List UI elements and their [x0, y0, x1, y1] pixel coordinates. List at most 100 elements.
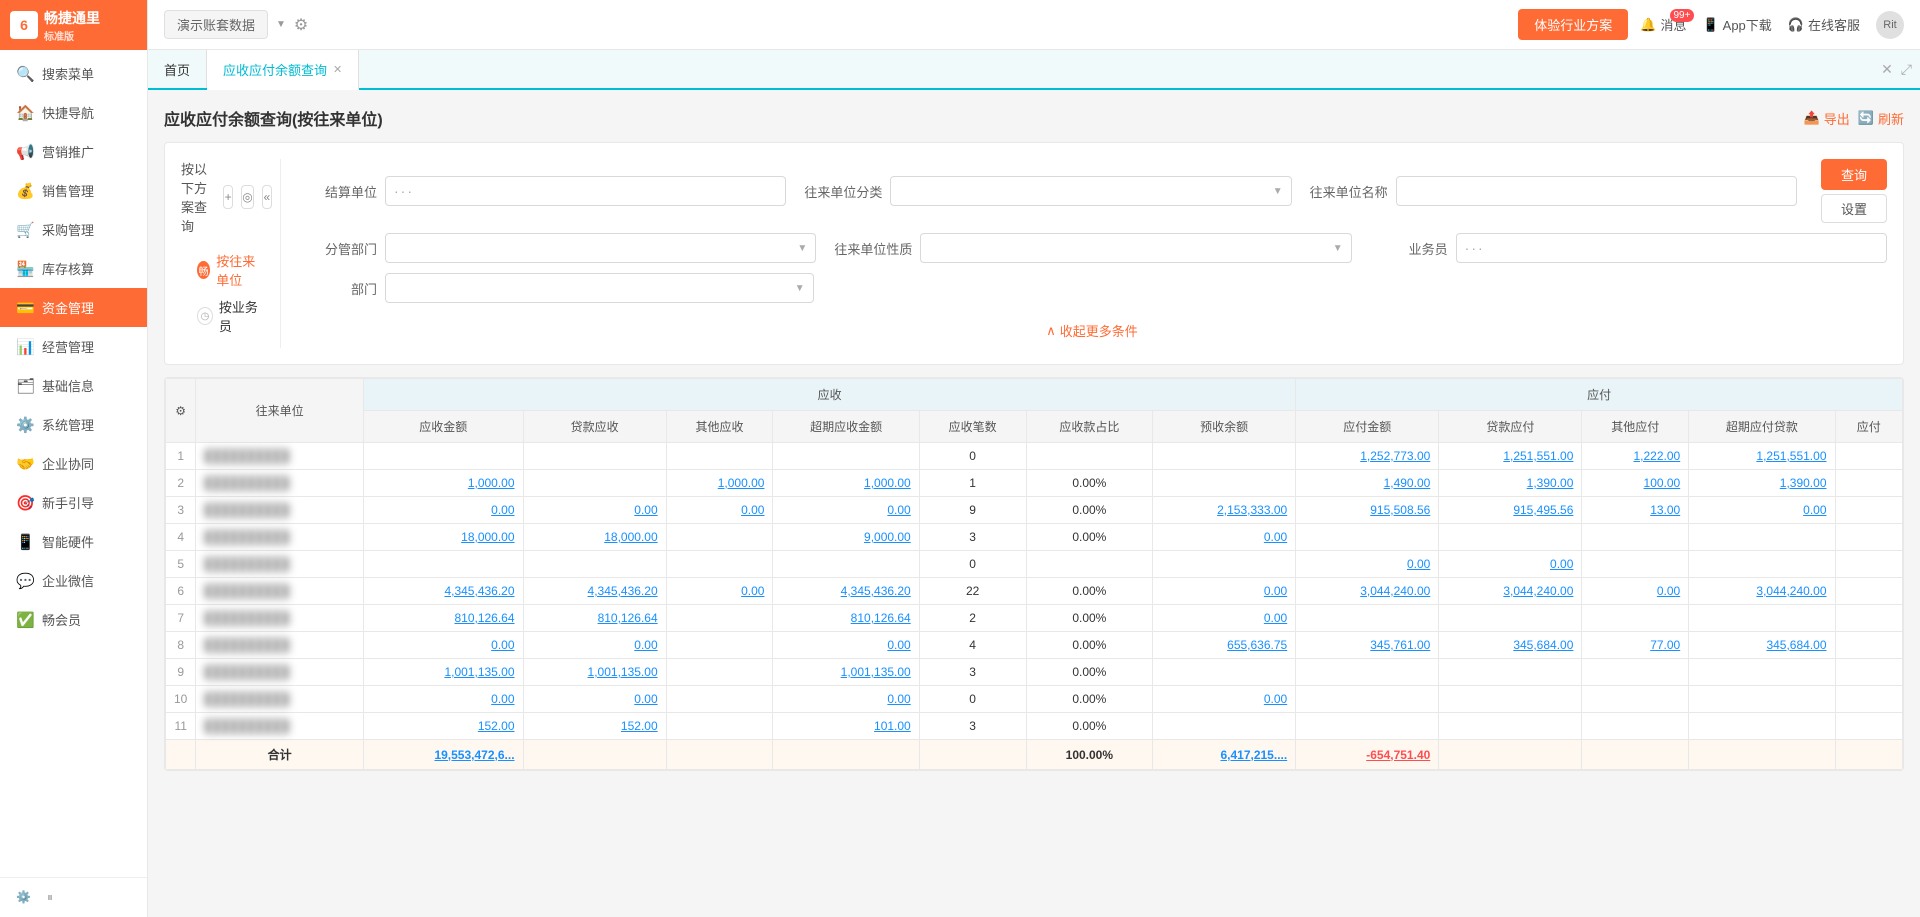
ar_count-cell[interactable]: 22 [919, 578, 1026, 605]
filter-settings-icon[interactable]: ◎ [241, 185, 253, 209]
ap_amount-cell[interactable]: 0.00 [1296, 551, 1439, 578]
ar_amount-cell[interactable]: 0.00 [364, 632, 524, 659]
sidebar-item-marketing[interactable]: 📢 营销推广 [0, 132, 147, 171]
overdue_ap-cell[interactable]: 1,251,551.00 [1689, 443, 1835, 470]
loan_ar-cell[interactable]: 810,126.64 [523, 605, 666, 632]
prepaid-cell[interactable]: 655,636.75 [1153, 632, 1296, 659]
prepaid-cell[interactable]: 2,153,333.00 [1153, 497, 1296, 524]
other_ap-cell[interactable]: 1,222.00 [1582, 443, 1689, 470]
company-selector[interactable]: 演示账套数据 [164, 10, 268, 39]
overdue_ap-cell[interactable]: 3,044,240.00 [1689, 578, 1835, 605]
ar_count-cell[interactable]: 0 [919, 551, 1026, 578]
prepaid-cell[interactable]: 0.00 [1153, 524, 1296, 551]
ap_amount-cell[interactable]: 1,252,773.00 [1296, 443, 1439, 470]
prepaid-cell[interactable]: 0.00 [1153, 578, 1296, 605]
overdue_ar-cell[interactable]: 0.00 [773, 497, 919, 524]
ap_amount-cell[interactable]: 345,761.00 [1296, 632, 1439, 659]
dept-input[interactable]: ▼ [385, 273, 814, 303]
sidebar-item-sales[interactable]: 💰 销售管理 [0, 171, 147, 210]
add-filter-button[interactable]: + [223, 185, 233, 209]
sidebar-item-basic[interactable]: 🗂 基础信息 [0, 366, 147, 405]
loan_ap-cell[interactable]: 0.00 [1439, 551, 1582, 578]
ap_amount-cell[interactable]: 3,044,240.00 [1296, 578, 1439, 605]
loan_ap-cell[interactable]: 3,044,240.00 [1439, 578, 1582, 605]
overdue_ar-cell[interactable]: 9,000.00 [773, 524, 919, 551]
sidebar-item-hardware[interactable]: 📱 智能硬件 [0, 522, 147, 561]
overdue_ar-cell[interactable]: 101.00 [773, 713, 919, 740]
other_ap-cell[interactable]: 13.00 [1582, 497, 1689, 524]
other_ar-cell[interactable]: 0.00 [666, 578, 773, 605]
overdue_ar-cell[interactable]: 1,000.00 [773, 470, 919, 497]
ap_amount-cell[interactable]: 915,508.56 [1296, 497, 1439, 524]
app-download-button[interactable]: 📱 App下载 [1702, 15, 1771, 34]
loan_ar-cell[interactable]: 0.00 [523, 497, 666, 524]
sidebar-item-enterprise[interactable]: 🤝 企业协同 [0, 444, 147, 483]
export-button[interactable]: 📤 导出 [1804, 109, 1850, 128]
unit-name-input[interactable] [1396, 176, 1797, 206]
ar_amount-cell[interactable]: 4,345,436.20 [364, 578, 524, 605]
ar_ratio-cell[interactable]: 0.00% [1026, 605, 1153, 632]
other_ap-cell[interactable]: 100.00 [1582, 470, 1689, 497]
other_ar-cell[interactable]: 1,000.00 [666, 470, 773, 497]
loan_ar-cell[interactable]: 0.00 [523, 686, 666, 713]
ap_amount-cell[interactable]: 1,490.00 [1296, 470, 1439, 497]
overdue_ar-cell[interactable]: 4,345,436.20 [773, 578, 919, 605]
loan_ap-cell[interactable]: 1,251,551.00 [1439, 443, 1582, 470]
total-ap-amount[interactable]: -654,751.40 [1296, 740, 1439, 770]
sidebar-item-inventory[interactable]: 🏪 库存核算 [0, 249, 147, 288]
loan_ar-cell[interactable]: 18,000.00 [523, 524, 666, 551]
ar_amount-cell[interactable]: 1,001,135.00 [364, 659, 524, 686]
sidebar-item-wechat[interactable]: 💬 企业微信 [0, 561, 147, 600]
sidebar-item-search[interactable]: 🔍 搜索菜单 [0, 54, 147, 93]
ar_ratio-cell[interactable]: 0.00% [1026, 524, 1153, 551]
other_ap-cell[interactable]: 0.00 [1582, 578, 1689, 605]
ar_ratio-cell[interactable]: 0.00% [1026, 470, 1153, 497]
settlement-unit-input[interactable]: ··· [385, 176, 786, 206]
col-settings[interactable]: ⚙ [166, 379, 196, 443]
sidebar-item-finance[interactable]: 💳 资金管理 [0, 288, 147, 327]
prepaid-cell[interactable]: 0.00 [1153, 605, 1296, 632]
company-dropdown-icon[interactable]: ▼ [276, 19, 286, 30]
online-service-button[interactable]: 🎧 在线客服 [1788, 15, 1860, 34]
settings-gear-icon[interactable]: ⚙ [294, 15, 308, 35]
ar_ratio-cell[interactable]: 0.00% [1026, 659, 1153, 686]
overdue_ar-cell[interactable]: 0.00 [773, 632, 919, 659]
scheme-by-staff[interactable]: ◷ 按业务员 [189, 293, 272, 339]
ar_count-cell[interactable]: 3 [919, 524, 1026, 551]
overdue_ap-cell[interactable]: 345,684.00 [1689, 632, 1835, 659]
ar_count-cell[interactable]: 1 [919, 470, 1026, 497]
loan_ar-cell[interactable]: 1,001,135.00 [523, 659, 666, 686]
sidebar-item-guide[interactable]: 🎯 新手引导 [0, 483, 147, 522]
prepaid-cell[interactable]: 0.00 [1153, 686, 1296, 713]
settings-footer-icon[interactable]: ⚙️ [16, 890, 31, 905]
loan_ar-cell[interactable]: 0.00 [523, 632, 666, 659]
notice-button[interactable]: 🔔 消息 99+ [1640, 15, 1686, 34]
ar_ratio-cell[interactable]: 0.00% [1026, 713, 1153, 740]
loan_ap-cell[interactable]: 345,684.00 [1439, 632, 1582, 659]
loan_ar-cell[interactable]: 4,345,436.20 [523, 578, 666, 605]
overdue_ap-cell[interactable]: 1,390.00 [1689, 470, 1835, 497]
ar_amount-cell[interactable]: 0.00 [364, 686, 524, 713]
sidebar-item-purchase[interactable]: 🛒 采购管理 [0, 210, 147, 249]
unit-nature-input[interactable]: ▼ [920, 233, 1351, 263]
ar_ratio-cell[interactable]: 0.00% [1026, 632, 1153, 659]
ar_count-cell[interactable]: 9 [919, 497, 1026, 524]
unit-category-input[interactable]: ▼ [890, 176, 1291, 206]
collapse-icon[interactable]: ⏸ [47, 890, 53, 905]
tab-arbalance[interactable]: 应收应付余额查询 ✕ [207, 50, 359, 90]
loan_ar-cell[interactable]: 152.00 [523, 713, 666, 740]
ar_amount-cell[interactable]: 0.00 [364, 497, 524, 524]
overdue_ar-cell[interactable]: 0.00 [773, 686, 919, 713]
ar_count-cell[interactable]: 4 [919, 632, 1026, 659]
tab-close-all-icon[interactable]: ✕ [1881, 61, 1893, 78]
refresh-button[interactable]: 🔄 刷新 [1858, 109, 1904, 128]
dept-manage-input[interactable]: ▼ [385, 233, 816, 263]
query-button[interactable]: 查询 [1821, 159, 1887, 190]
sidebar-item-operation[interactable]: 📊 经营管理 [0, 327, 147, 366]
sidebar-item-member[interactable]: ✅ 畅会员 [0, 600, 147, 639]
overdue_ap-cell[interactable]: 0.00 [1689, 497, 1835, 524]
sidebar-item-nav[interactable]: 🏠 快捷导航 [0, 93, 147, 132]
ar_count-cell[interactable]: 0 [919, 686, 1026, 713]
ar_amount-cell[interactable]: 1,000.00 [364, 470, 524, 497]
tab-maximize-icon[interactable]: ⤢ [1901, 61, 1912, 78]
